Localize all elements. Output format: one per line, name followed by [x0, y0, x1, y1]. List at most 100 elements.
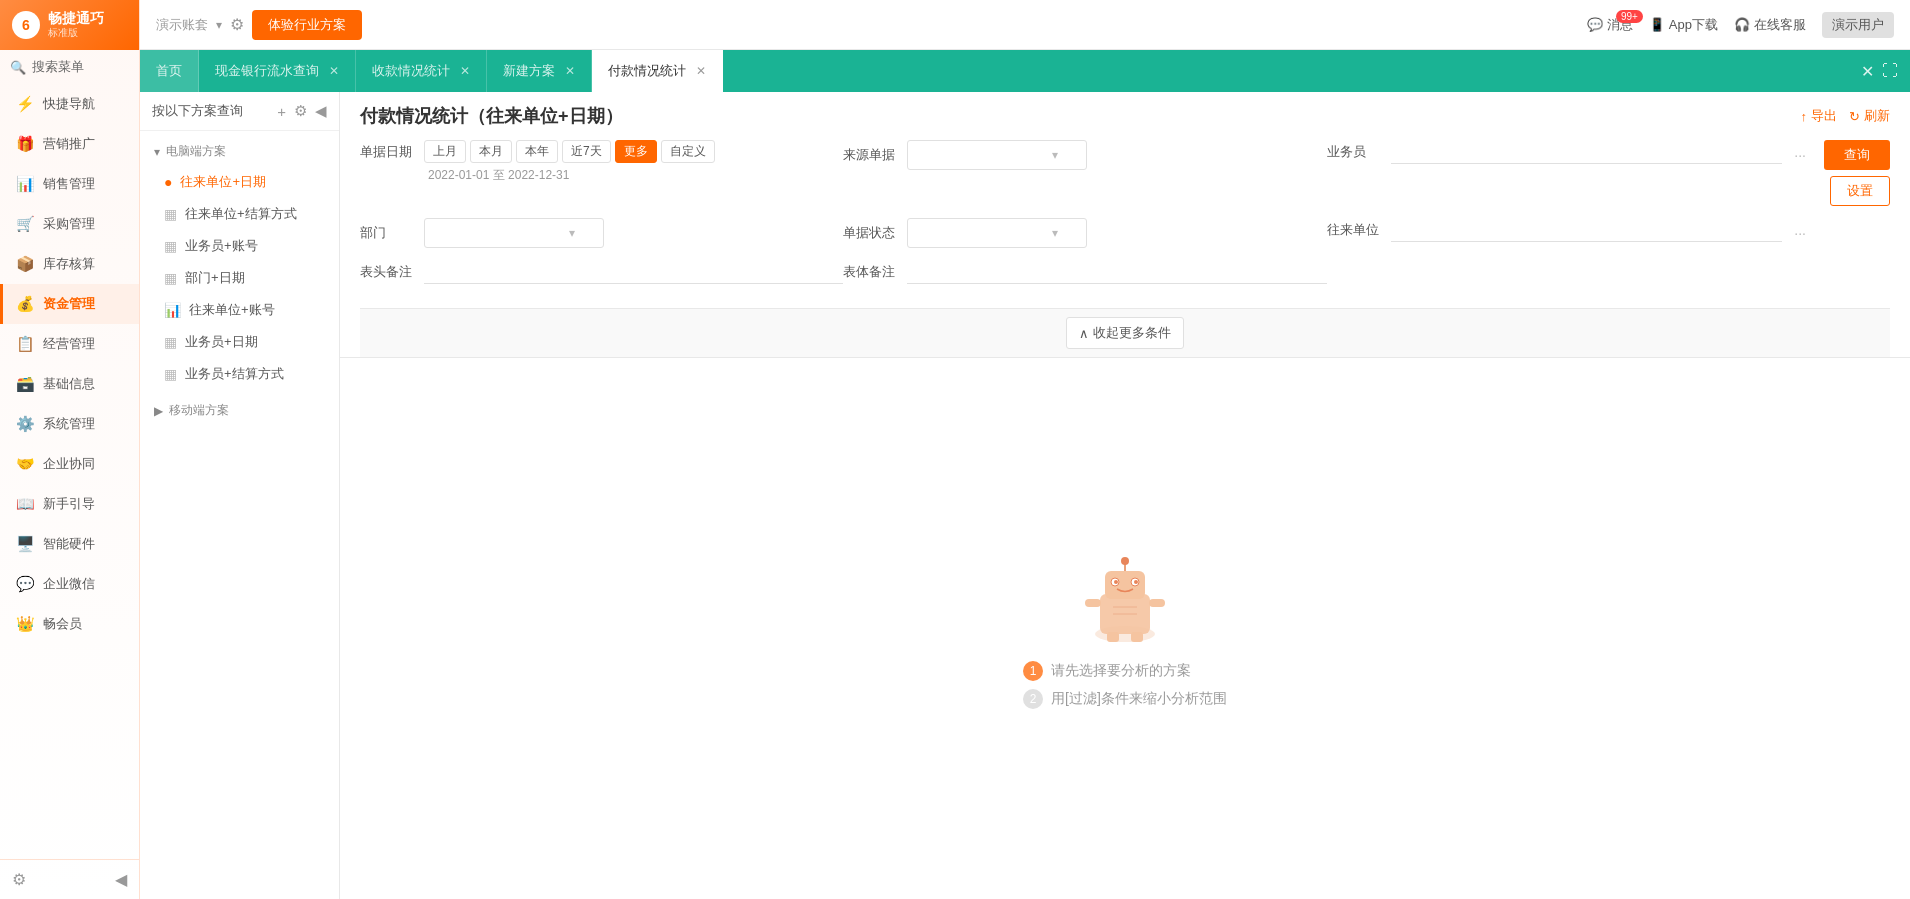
- sidebar-item-enterprise[interactable]: 🤝 企业协同: [0, 444, 139, 484]
- svg-point-7: [1114, 580, 1118, 584]
- sidebar-label-finance: 资金管理: [43, 295, 95, 313]
- tabbar-close-icon[interactable]: ✕: [1861, 62, 1874, 81]
- scheme-salesman-account[interactable]: ▦ 业务员+账号: [140, 230, 339, 262]
- tab-new-scheme-close[interactable]: ✕: [565, 64, 575, 78]
- tab-payment-close[interactable]: ✕: [696, 64, 706, 78]
- sidebar-item-hardware[interactable]: 🖥️ 智能硬件: [0, 524, 139, 564]
- sidebar-label-hardware: 智能硬件: [43, 535, 95, 553]
- export-btn[interactable]: ↑ 导出: [1801, 107, 1838, 125]
- sidebar-item-purchase[interactable]: 🛒 采购管理: [0, 204, 139, 244]
- date-filter: 单据日期 上月 本月 本年 近7天 更多 自定义: [360, 140, 843, 184]
- scheme-chart-icon: 📊: [164, 302, 181, 318]
- company-dropdown-arrow[interactable]: ▾: [216, 18, 222, 32]
- scheme-partner-date[interactable]: ● 往来单位+日期: [140, 166, 339, 198]
- partner-input[interactable]: [1391, 218, 1783, 242]
- sidebar-item-system[interactable]: ⚙️ 系统管理: [0, 404, 139, 444]
- footer-collapse-icon[interactable]: ◀: [115, 870, 127, 889]
- scheme-partner-account[interactable]: 📊 往来单位+账号: [140, 294, 339, 326]
- sidebar-item-marketing[interactable]: 🎁 营销推广: [0, 124, 139, 164]
- sidebar-nav: ⚡ 快捷导航 🎁 营销推广 📊 销售管理 🛒 采购管理 📦 库存核算 💰 资金管…: [0, 84, 139, 859]
- sidebar-label-wechat: 企业微信: [43, 575, 95, 593]
- dept-filter: 部门 ▾: [360, 218, 843, 248]
- scheme-dept-date[interactable]: ▦ 部门+日期: [140, 262, 339, 294]
- scheme-table-icon-1: ▦: [164, 206, 177, 222]
- date-btn-custom[interactable]: 自定义: [661, 140, 715, 163]
- user-name: 演示用户: [1832, 17, 1884, 32]
- service-icon: 🎧: [1734, 17, 1750, 32]
- scheme-partner-settle[interactable]: ▦ 往来单位+结算方式: [140, 198, 339, 230]
- notice-badge: 99+: [1616, 10, 1643, 23]
- sidebar-label-sales: 销售管理: [43, 175, 95, 193]
- tabbar-expand-icon[interactable]: ⛶: [1882, 62, 1898, 80]
- tab-receipt-stats[interactable]: 收款情况统计 ✕: [356, 50, 487, 92]
- query-btn[interactable]: 查询: [1824, 140, 1890, 170]
- tab-cash-flow-label: 现金银行流水查询: [215, 62, 319, 80]
- source-doc-select[interactable]: ▾: [907, 140, 1087, 170]
- sidebar-item-guide[interactable]: 📖 新手引导: [0, 484, 139, 524]
- panel-settings-btn[interactable]: ⚙: [294, 102, 307, 120]
- salesman-dots[interactable]: ...: [1790, 144, 1810, 160]
- basic-icon: 🗃️: [15, 374, 35, 394]
- tab-cash-flow[interactable]: 现金银行流水查询 ✕: [199, 50, 356, 92]
- date-btn-last-month[interactable]: 上月: [424, 140, 466, 163]
- dept-select[interactable]: ▾: [424, 218, 604, 248]
- tab-cash-flow-close[interactable]: ✕: [329, 64, 339, 78]
- svg-rect-11: [1107, 632, 1119, 642]
- doc-status-label: 单据状态: [843, 224, 899, 242]
- filter-action-btns: 查询 设置: [1810, 140, 1890, 206]
- sidebar-item-quick-nav[interactable]: ⚡ 快捷导航: [0, 84, 139, 124]
- sidebar-logo: 6: [12, 11, 40, 39]
- header-note-input[interactable]: [424, 260, 843, 284]
- tab-payment-stats[interactable]: 付款情况统计 ✕: [592, 50, 723, 92]
- tab-new-scheme[interactable]: 新建方案 ✕: [487, 50, 592, 92]
- sidebar-item-sales[interactable]: 📊 销售管理: [0, 164, 139, 204]
- tab-home[interactable]: 首页: [140, 50, 199, 92]
- topbar-settings-icon[interactable]: ⚙: [230, 15, 244, 34]
- tab-receipt-close[interactable]: ✕: [460, 64, 470, 78]
- settings-btn[interactable]: 设置: [1830, 176, 1890, 206]
- mobile-group-title[interactable]: ▶ 移动端方案: [140, 396, 339, 425]
- sidebar-search[interactable]: 🔍 搜索菜单: [0, 50, 139, 84]
- topbar-left: 演示账套 ▾ ⚙ 体验行业方案: [156, 10, 1577, 40]
- sidebar-item-finance[interactable]: 💰 资金管理: [0, 284, 139, 324]
- footer-settings-icon[interactable]: ⚙: [12, 870, 26, 889]
- scheme-salesman-account-label: 业务员+账号: [185, 237, 258, 255]
- trial-btn[interactable]: 体验行业方案: [252, 10, 362, 40]
- panel-collapse-btn[interactable]: ◀: [315, 102, 327, 120]
- body-note-input[interactable]: [907, 260, 1326, 284]
- service-btn[interactable]: 🎧 在线客服: [1734, 16, 1806, 34]
- partner-dots[interactable]: ...: [1790, 222, 1810, 238]
- collapse-btn[interactable]: ∧ 收起更多条件: [1066, 317, 1184, 349]
- scheme-table-icon-4: ▦: [164, 334, 177, 350]
- tab-payment-stats-label: 付款情况统计: [608, 62, 686, 80]
- panel-title: 按以下方案查询: [152, 102, 243, 120]
- member-icon: 👑: [15, 614, 35, 634]
- wechat-icon: 💬: [15, 574, 35, 594]
- desktop-group-title[interactable]: ▾ 电脑端方案: [140, 137, 339, 166]
- date-btn-this-month[interactable]: 本月: [470, 140, 512, 163]
- scheme-partner-settle-label: 往来单位+结算方式: [185, 205, 297, 223]
- sidebar-item-inventory[interactable]: 📦 库存核算: [0, 244, 139, 284]
- search-icon: 🔍: [10, 60, 26, 75]
- refresh-btn[interactable]: ↻ 刷新: [1849, 107, 1890, 125]
- sidebar-label-operation: 经营管理: [43, 335, 95, 353]
- sidebar-item-operation[interactable]: 📋 经营管理: [0, 324, 139, 364]
- doc-status-select[interactable]: ▾: [907, 218, 1087, 248]
- date-btn-this-year[interactable]: 本年: [516, 140, 558, 163]
- date-btn-more[interactable]: 更多: [615, 140, 657, 163]
- sidebar-item-member[interactable]: 👑 畅会员: [0, 604, 139, 644]
- app-download-btn[interactable]: 📱 App下载: [1649, 16, 1718, 34]
- user-menu[interactable]: 演示用户: [1822, 12, 1894, 38]
- inventory-icon: 📦: [15, 254, 35, 274]
- panel-add-btn[interactable]: +: [277, 103, 286, 120]
- scheme-salesman-settle[interactable]: ▦ 业务员+结算方式: [140, 358, 339, 390]
- sidebar-label-marketing: 营销推广: [43, 135, 95, 153]
- salesman-input[interactable]: [1391, 140, 1783, 164]
- svg-rect-9: [1085, 599, 1101, 607]
- sidebar-item-basic[interactable]: 🗃️ 基础信息: [0, 364, 139, 404]
- notice-btn[interactable]: 💬 消息 99+: [1587, 16, 1633, 34]
- date-btn-last-7days[interactable]: 近7天: [562, 140, 611, 163]
- sidebar-item-wechat[interactable]: 💬 企业微信: [0, 564, 139, 604]
- sidebar-brand: 畅捷通巧 标准版: [48, 10, 104, 41]
- scheme-salesman-date[interactable]: ▦ 业务员+日期: [140, 326, 339, 358]
